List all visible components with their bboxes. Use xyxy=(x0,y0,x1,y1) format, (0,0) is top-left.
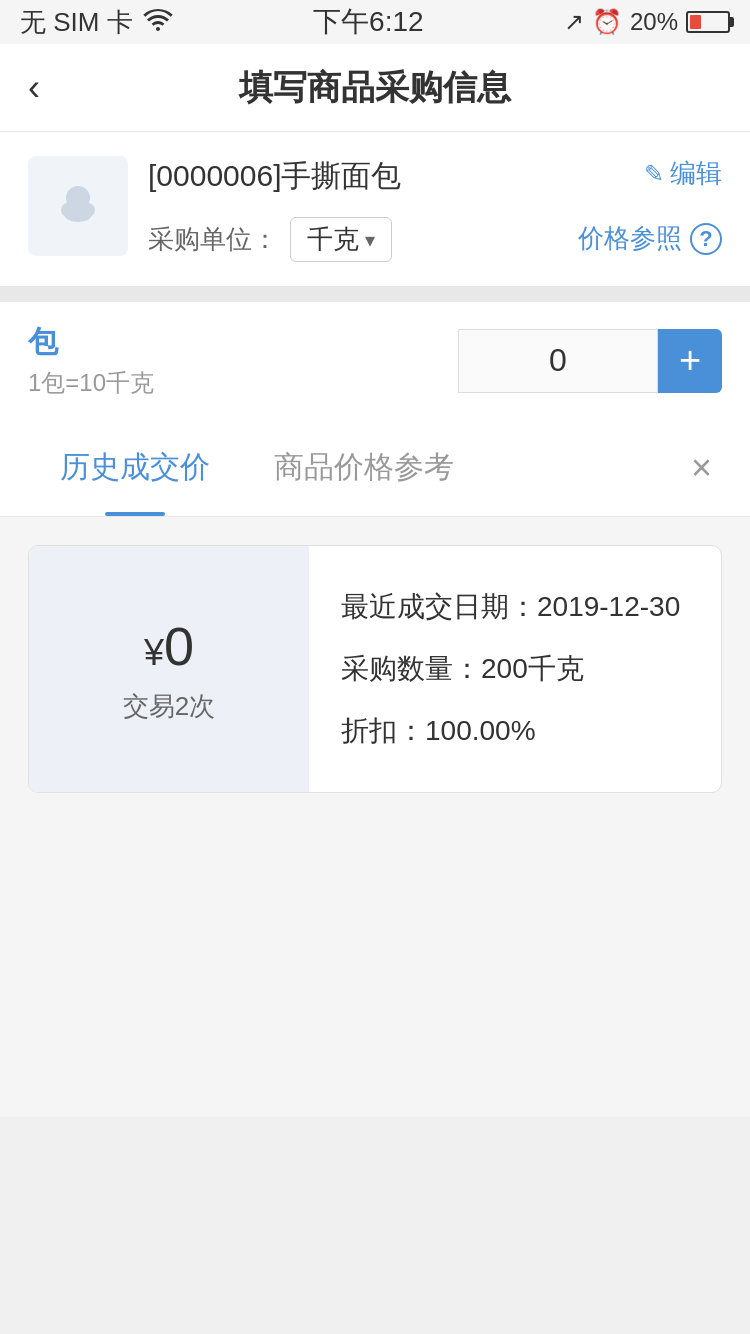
edit-button[interactable]: ✎ 编辑 xyxy=(644,156,722,191)
recent-date-value: 2019-12-30 xyxy=(537,591,680,622)
unit-label: 采购单位： xyxy=(148,222,278,257)
purchase-qty-value: 200千克 xyxy=(481,653,584,684)
quantity-conversion-text: 1包=10千克 xyxy=(28,367,154,399)
unit-icon: 包 xyxy=(28,322,58,363)
price-ref-label: 价格参照 xyxy=(578,221,682,256)
history-price: ¥0 xyxy=(144,615,194,677)
close-button[interactable]: × xyxy=(681,437,722,499)
product-thumbnail xyxy=(28,156,128,256)
svg-point-3 xyxy=(64,206,92,222)
edit-label: 编辑 xyxy=(670,156,722,191)
product-name: [0000006]手撕面包 xyxy=(148,156,401,197)
trade-count: 交易2次 xyxy=(123,689,215,724)
status-time: 下午6:12 xyxy=(313,3,424,41)
product-section: [0000006]手撕面包 采购单位： 千克 ▾ ✎ 编辑 价格参照 ? xyxy=(0,132,750,286)
location-icon: ↗ xyxy=(564,8,584,36)
product-left: [0000006]手撕面包 采购单位： 千克 ▾ xyxy=(28,156,401,262)
plus-icon: + xyxy=(679,339,701,382)
history-price-column: ¥0 交易2次 xyxy=(29,546,309,792)
tabs-list: 历史成交价 商品价格参考 xyxy=(28,419,486,516)
product-unit-row: 采购单位： 千克 ▾ xyxy=(148,217,401,262)
product-header: [0000006]手撕面包 采购单位： 千克 ▾ ✎ 编辑 价格参照 ? xyxy=(28,156,722,262)
carrier-text: 无 SIM 卡 xyxy=(20,5,133,40)
back-button[interactable]: ‹ xyxy=(28,67,40,109)
tab-price-reference[interactable]: 商品价格参考 xyxy=(242,419,486,516)
quantity-value: 0 xyxy=(549,342,567,379)
page-title: 填写商品采购信息 xyxy=(239,65,511,111)
alarm-icon: ⏰ xyxy=(592,8,622,36)
price-ref-button[interactable]: 价格参照 ? xyxy=(578,221,722,256)
nav-bar: ‹ 填写商品采购信息 xyxy=(0,44,750,132)
quantity-label-group: 包 1包=10千克 xyxy=(28,322,154,399)
status-left: 无 SIM 卡 xyxy=(20,5,173,40)
recent-date-row: 最近成交日期：2019-12-30 xyxy=(341,586,689,628)
discount-value: 100.00% xyxy=(425,715,536,746)
product-info: [0000006]手撕面包 采购单位： 千克 ▾ xyxy=(148,156,401,262)
purchase-qty-row: 采购数量：200千克 xyxy=(341,648,689,690)
quantity-section: 包 1包=10千克 0 + xyxy=(0,302,750,419)
quantity-controls: 0 + xyxy=(458,329,722,393)
price-symbol: ¥ xyxy=(144,632,164,673)
discount-label: 折扣： xyxy=(341,715,425,746)
tab-history-price[interactable]: 历史成交价 xyxy=(28,419,242,516)
battery-percent: 20% xyxy=(630,8,678,36)
recent-date-label: 最近成交日期： xyxy=(341,591,537,622)
purchase-qty-label: 采购数量： xyxy=(341,653,481,684)
history-card: ¥0 交易2次 最近成交日期：2019-12-30 采购数量：200千克 折扣：… xyxy=(28,545,722,793)
unit-value: 千克 xyxy=(307,222,359,257)
discount-row: 折扣：100.00% xyxy=(341,710,689,752)
quantity-input[interactable]: 0 xyxy=(458,329,658,393)
product-right: ✎ 编辑 价格参照 ? xyxy=(578,156,722,256)
battery-fill xyxy=(690,15,701,29)
section-divider xyxy=(0,286,750,302)
unit-select[interactable]: 千克 ▾ xyxy=(290,217,392,262)
history-content: ¥0 交易2次 最近成交日期：2019-12-30 采购数量：200千克 折扣：… xyxy=(0,517,750,1117)
quantity-plus-button[interactable]: + xyxy=(658,329,722,393)
edit-icon: ✎ xyxy=(644,160,664,188)
history-details-column: 最近成交日期：2019-12-30 采购数量：200千克 折扣：100.00% xyxy=(309,546,721,792)
wifi-icon xyxy=(143,7,173,38)
status-right: ↗ ⏰ 20% xyxy=(564,8,730,36)
price-ref-question-icon: ? xyxy=(690,223,722,255)
chevron-down-icon: ▾ xyxy=(365,228,375,252)
battery-icon xyxy=(686,11,730,33)
quantity-unit-label: 包 xyxy=(28,322,154,363)
price-number: 0 xyxy=(164,616,194,676)
tabs-section: 历史成交价 商品价格参考 × xyxy=(0,419,750,517)
status-bar: 无 SIM 卡 下午6:12 ↗ ⏰ 20% xyxy=(0,0,750,44)
